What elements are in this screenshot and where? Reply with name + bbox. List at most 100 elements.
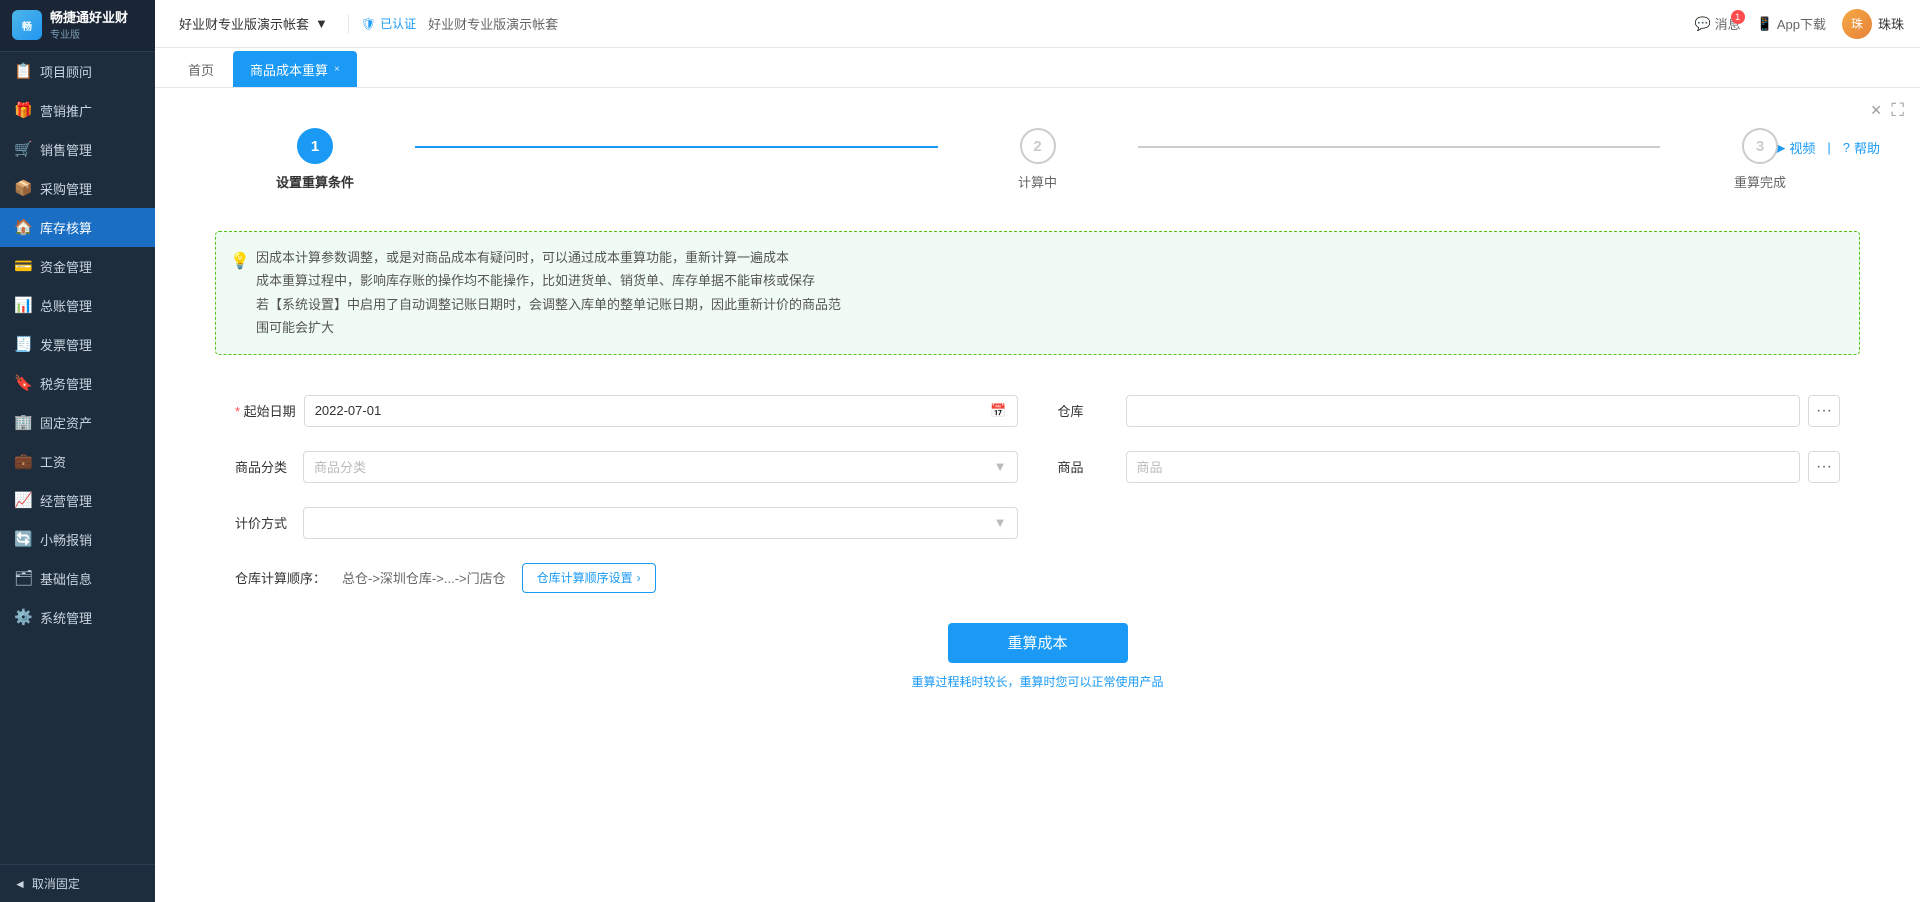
video-label: 视频	[1789, 138, 1815, 157]
info-box: 💡 因成本计算参数调整，或是对商品成本有疑问时，可以通过成本重算功能，重新计算一…	[215, 231, 1860, 355]
step-3-num: 3	[1756, 138, 1764, 155]
category-field: 商品分类 商品分类 ▼	[235, 451, 1018, 483]
sidebar-item-label-operation: 经营管理	[40, 491, 92, 510]
sidebar-item-marketing[interactable]: 🎁 营销推广	[0, 91, 155, 130]
category-select[interactable]: 商品分类 ▼	[303, 451, 1018, 483]
tab-home-label: 首页	[188, 60, 214, 79]
account-select[interactable]: 好业财专业版演示帐套 ▼	[171, 10, 336, 37]
info-line-3: 若【系统设置】中启用了自动调整记账日期时，会调整入库单的整单记账日期，因此重新计…	[256, 293, 1839, 316]
sidebar-item-purchase[interactable]: 📦采购管理	[0, 169, 155, 208]
logo-text: 畅	[22, 18, 32, 33]
verified-badge: 🛡 已认证	[361, 15, 416, 32]
form-row-1: 起始日期 2022-07-01 📅 仓库 ···	[235, 395, 1840, 427]
tab-recalc-close-icon[interactable]: ×	[334, 64, 340, 75]
sidebar-item-basic[interactable]: 🗂基础信息	[0, 559, 155, 598]
topbar: 好业财专业版演示帐套 ▼ 🛡 已认证 好业财专业版演示帐套 💬 消息 1 📱 A…	[155, 0, 1920, 48]
message-icon: 💬	[1694, 16, 1710, 32]
form-row-2: 商品分类 商品分类 ▼ 商品 商品 ···	[235, 451, 1840, 483]
sidebar-item-finance[interactable]: 💳资金管理	[0, 247, 155, 286]
price-method-label: 计价方式	[235, 513, 295, 532]
sidebar-item-tax[interactable]: 🔖税务管理	[0, 364, 155, 403]
video-help-btn[interactable]: ▶ 视频	[1775, 138, 1815, 157]
form-area: 起始日期 2022-07-01 📅 仓库 ···	[155, 375, 1920, 720]
user-avatar[interactable]: 珠	[1842, 9, 1872, 39]
sidebar-item-label-accounting: 总账管理	[40, 296, 92, 315]
warehouse-input-wrapper[interactable]	[1126, 395, 1801, 427]
tab-recalc[interactable]: 商品成本重算 ×	[233, 51, 357, 87]
app-download-btn[interactable]: 📱 App下载	[1757, 14, 1826, 33]
warehouse-order-settings-btn[interactable]: 仓库计算顺序设置 ›	[522, 563, 656, 593]
collapse-icon: ◄	[14, 877, 26, 891]
avatar-text: 珠	[1851, 15, 1863, 32]
shield-icon: 🛡	[361, 17, 376, 31]
step-1-num: 1	[311, 138, 319, 155]
product-input-wrapper[interactable]: 商品	[1126, 451, 1801, 483]
info-line-1: 因成本计算参数调整，或是对商品成本有疑问时，可以通过成本重算功能，重新计算一遍成…	[256, 246, 1839, 269]
sidebar-item-label-marketing: 营销推广	[40, 101, 92, 120]
tab-home[interactable]: 首页	[171, 51, 231, 87]
sidebar-item-label-system: 系统管理	[40, 608, 92, 627]
category-arrow-icon: ▼	[994, 459, 1007, 474]
sidebar-item-payroll[interactable]: 💼 工资	[0, 442, 155, 481]
bulb-icon: 💡	[230, 248, 250, 277]
start-date-label: 起始日期	[235, 401, 296, 420]
recalc-cost-btn[interactable]: 重算成本	[948, 623, 1128, 663]
invoice-icon: 🧾	[14, 335, 32, 353]
step-1-label: 设置重算条件	[276, 172, 354, 191]
user-area: 珠 珠珠	[1842, 9, 1904, 39]
sidebar-item-inventory[interactable]: 🏠 库存核算	[0, 208, 155, 247]
app-logo: 畅	[12, 10, 42, 40]
verified-account-name: 好业财专业版演示帐套	[428, 14, 558, 33]
sidebar-footer-collapse[interactable]: ◄ 取消固定	[0, 864, 155, 902]
sidebar-item-operation[interactable]: 📈经营管理	[0, 481, 155, 520]
payroll-icon: 💼	[14, 452, 32, 470]
sidebar-item-label-payroll: 工资	[40, 452, 66, 471]
product-more-btn[interactable]: ···	[1808, 451, 1840, 483]
sidebar-item-label-inventory: 库存核算	[40, 218, 92, 237]
sidebar-item-label-tax: 税务管理	[40, 374, 92, 393]
recalc-label: 重算成本	[1007, 635, 1067, 652]
app-title: 畅捷通好业财	[50, 10, 128, 26]
product-field: 商品 商品 ···	[1058, 451, 1841, 483]
verified-text: 已认证	[380, 15, 416, 32]
project-icon: 📋	[14, 62, 32, 80]
finance-icon: 💳	[14, 257, 32, 275]
tabbar: 首页 商品成本重算 ×	[155, 48, 1920, 88]
sidebar-item-accounting[interactable]: 📊 总账管理	[0, 286, 155, 325]
topbar-divider-1	[348, 14, 349, 34]
warehouse-more-btn[interactable]: ···	[1808, 395, 1840, 427]
basic-icon: 🗂	[14, 569, 32, 587]
sidebar-item-label-sales: 销售管理	[40, 140, 92, 159]
sidebar-item-expense[interactable]: 🔄小畅报销	[0, 520, 155, 559]
sidebar-item-assets[interactable]: 🏢 固定资产	[0, 403, 155, 442]
help-btn[interactable]: ? 帮助	[1843, 138, 1880, 157]
sidebar-item-label-assets: 固定资产	[40, 413, 92, 432]
sidebar-item-label-purchase: 采购管理	[40, 179, 92, 198]
sidebar-item-label-invoice: 发票管理	[40, 335, 92, 354]
user-name[interactable]: 珠珠	[1878, 14, 1904, 33]
sidebar-item-project[interactable]: 📋项目顾问	[0, 52, 155, 91]
price-method-select[interactable]: ▼	[303, 507, 1018, 539]
assets-icon: 🏢	[14, 413, 32, 431]
calendar-icon[interactable]: 📅	[980, 403, 1016, 419]
sidebar-item-invoice[interactable]: 🧾 发票管理	[0, 325, 155, 364]
sidebar: 畅 畅捷通好业财 专业版 📋项目顾问 🎁 营销推广 🛒 销售管理 📦采购管理 🏠 库存核算 💳资…	[0, 0, 155, 902]
tab-recalc-label: 商品成本重算	[250, 60, 328, 79]
accounting-icon: 📊	[14, 296, 32, 314]
sidebar-item-label-expense: 小畅报销	[40, 530, 92, 549]
start-date-input-wrapper[interactable]: 2022-07-01 📅	[304, 395, 1018, 427]
step-2: 2 计算中	[938, 128, 1138, 191]
app-subtitle: 专业版	[50, 26, 128, 41]
product-label: 商品	[1058, 457, 1118, 476]
marketing-icon: 🎁	[14, 101, 32, 119]
start-date-field: 起始日期 2022-07-01 📅	[235, 395, 1018, 427]
system-icon: ⚙️	[14, 608, 32, 626]
sidebar-item-system[interactable]: ⚙️ 系统管理	[0, 598, 155, 637]
sales-icon: 🛒	[14, 140, 32, 158]
info-line-4: 围可能会扩大	[256, 316, 1839, 339]
topbar-right: 💬 消息 1 📱 App下载 珠 珠珠	[1694, 9, 1904, 39]
step-1-circle: 1	[297, 128, 333, 164]
message-btn[interactable]: 💬 消息 1	[1694, 14, 1740, 33]
inventory-icon: 🏠	[14, 218, 32, 236]
sidebar-item-sales[interactable]: 🛒 销售管理	[0, 130, 155, 169]
